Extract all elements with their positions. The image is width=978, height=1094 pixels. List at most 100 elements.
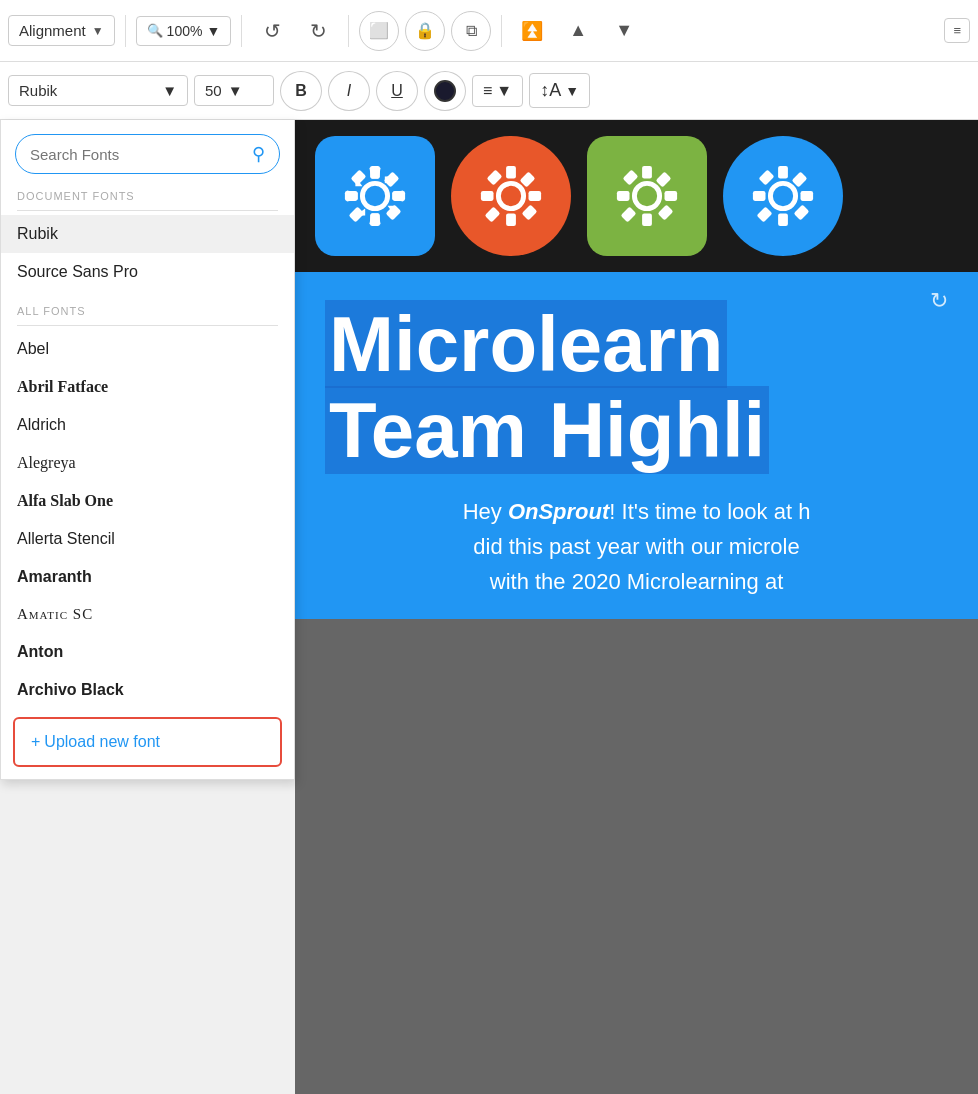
font-family-select[interactable]: Rubik ▼: [8, 75, 188, 106]
separator-2: [241, 15, 242, 47]
svg-rect-16: [485, 207, 501, 223]
font-item-aldrich[interactable]: Aldrich: [1, 406, 294, 444]
move-down-button[interactable]: ▼: [604, 11, 644, 51]
all-fonts-list: Abel Abril Fatface Aldrich Alegreya Alfa…: [1, 330, 294, 709]
svg-rect-28: [778, 166, 788, 179]
bold-button[interactable]: B: [280, 71, 322, 111]
gear-svg-blue2: [748, 161, 818, 231]
icon-blue-gear: [315, 136, 435, 256]
svg-rect-17: [520, 172, 536, 188]
svg-rect-8: [384, 172, 400, 188]
font-item-anton[interactable]: Anton: [1, 633, 294, 671]
slide-title-line2: Team Highli: [325, 386, 769, 474]
svg-rect-30: [753, 191, 766, 201]
reload-icon[interactable]: ↻: [930, 288, 948, 314]
svg-rect-15: [522, 205, 538, 221]
svg-rect-1: [370, 166, 380, 179]
document-fonts-label: DOCUMENT FONTS: [1, 184, 294, 206]
svg-point-18: [634, 183, 659, 208]
canvas-area: ↻ Microlearn Team Highli Hey OnSprout! I…: [295, 120, 978, 1094]
underline-button[interactable]: U: [376, 71, 418, 111]
color-swatch: [434, 80, 456, 102]
align-icon: ≡: [483, 82, 492, 100]
svg-rect-25: [621, 207, 637, 223]
svg-rect-11: [506, 214, 516, 227]
font-family-label: Rubik: [19, 82, 57, 99]
font-dropdown-panel: ⚲ DOCUMENT FONTS Rubik Source Sans Pro A…: [0, 120, 295, 780]
font-item-amatic-sc[interactable]: Amatic SC: [1, 596, 294, 633]
copy-button[interactable]: ⧉: [451, 11, 491, 51]
separator-3: [348, 15, 349, 47]
svg-rect-26: [656, 172, 672, 188]
font-size-select[interactable]: 50 ▼: [194, 75, 274, 106]
svg-rect-4: [393, 191, 406, 201]
svg-rect-24: [658, 205, 674, 221]
zoom-select[interactable]: 🔍 100% ▼: [136, 16, 232, 46]
svg-point-0: [362, 183, 387, 208]
svg-rect-33: [794, 205, 810, 221]
font-size-label: 50: [205, 82, 222, 99]
zoom-arrow-icon: ▼: [206, 23, 220, 39]
font-arrow-icon: ▼: [162, 82, 177, 99]
font-item-abel[interactable]: Abel: [1, 330, 294, 368]
svg-rect-3: [345, 191, 358, 201]
font-item-source-sans-pro[interactable]: Source Sans Pro: [1, 253, 294, 291]
font-item-abril-fatface[interactable]: Abril Fatface: [1, 368, 294, 406]
separator-1: [125, 15, 126, 47]
svg-rect-22: [665, 191, 678, 201]
text-align-button[interactable]: ≡ ▼: [472, 75, 523, 107]
gear-svg-green: [612, 161, 682, 231]
svg-rect-12: [481, 191, 494, 201]
spacing-arrow-icon: ▼: [565, 83, 579, 99]
svg-rect-20: [642, 214, 652, 227]
alignment-arrow-icon: ▼: [92, 24, 104, 38]
list-format-button[interactable]: ≡: [944, 18, 970, 43]
search-icon: ⚲: [252, 143, 265, 165]
icons-row: [295, 120, 978, 272]
slide-title-line1: Microlearn: [325, 300, 727, 388]
spacing-icon: ↕A: [540, 80, 561, 101]
alignment-label: Alignment: [19, 22, 86, 39]
font-item-amaranth[interactable]: Amaranth: [1, 558, 294, 596]
lock-button[interactable]: 🔒: [405, 11, 445, 51]
move-up-button[interactable]: ▲: [558, 11, 598, 51]
italic-button[interactable]: I: [328, 71, 370, 111]
svg-rect-34: [757, 207, 773, 223]
svg-rect-10: [506, 166, 516, 179]
zoom-label: 100%: [167, 23, 203, 39]
upload-new-font-button[interactable]: + Upload new font: [13, 717, 282, 767]
search-input[interactable]: [30, 146, 244, 163]
svg-rect-35: [792, 172, 808, 188]
svg-rect-23: [623, 170, 639, 186]
size-arrow-icon: ▼: [228, 82, 243, 99]
separator-4: [501, 15, 502, 47]
font-item-allerta-stencil[interactable]: Allerta Stencil: [1, 520, 294, 558]
align-arrow-icon: ▼: [496, 82, 512, 100]
icon-green-gear: [587, 136, 707, 256]
svg-rect-13: [529, 191, 542, 201]
undo-button[interactable]: ↺: [252, 11, 292, 51]
svg-rect-31: [801, 191, 814, 201]
color-picker-button[interactable]: [424, 71, 466, 111]
svg-rect-32: [759, 170, 775, 186]
font-item-alfa-slab-one[interactable]: Alfa Slab One: [1, 482, 294, 520]
redo-button[interactable]: ↻: [298, 11, 338, 51]
move-top-button[interactable]: ⏫: [512, 11, 552, 51]
font-item-alegreya[interactable]: Alegreya: [1, 444, 294, 482]
crop-button[interactable]: ⬜: [359, 11, 399, 51]
all-fonts-label: ALL FONTS: [1, 299, 294, 321]
icon-orange-gear: [451, 136, 571, 256]
svg-rect-2: [370, 214, 380, 227]
icon-blue-circle-gear: [723, 136, 843, 256]
gear-svg-blue: [340, 161, 410, 231]
font-item-rubik[interactable]: Rubik: [1, 215, 294, 253]
svg-rect-5: [351, 170, 367, 186]
svg-rect-29: [778, 214, 788, 227]
alignment-select[interactable]: Alignment ▼: [8, 15, 115, 46]
line-spacing-button[interactable]: ↕A ▼: [529, 73, 590, 108]
font-item-archivo-black[interactable]: Archivo Black: [1, 671, 294, 709]
slide-title: Microlearn Team Highli: [325, 302, 948, 474]
svg-rect-7: [349, 207, 365, 223]
search-bar[interactable]: ⚲: [15, 134, 280, 174]
gear-svg-orange: [476, 161, 546, 231]
